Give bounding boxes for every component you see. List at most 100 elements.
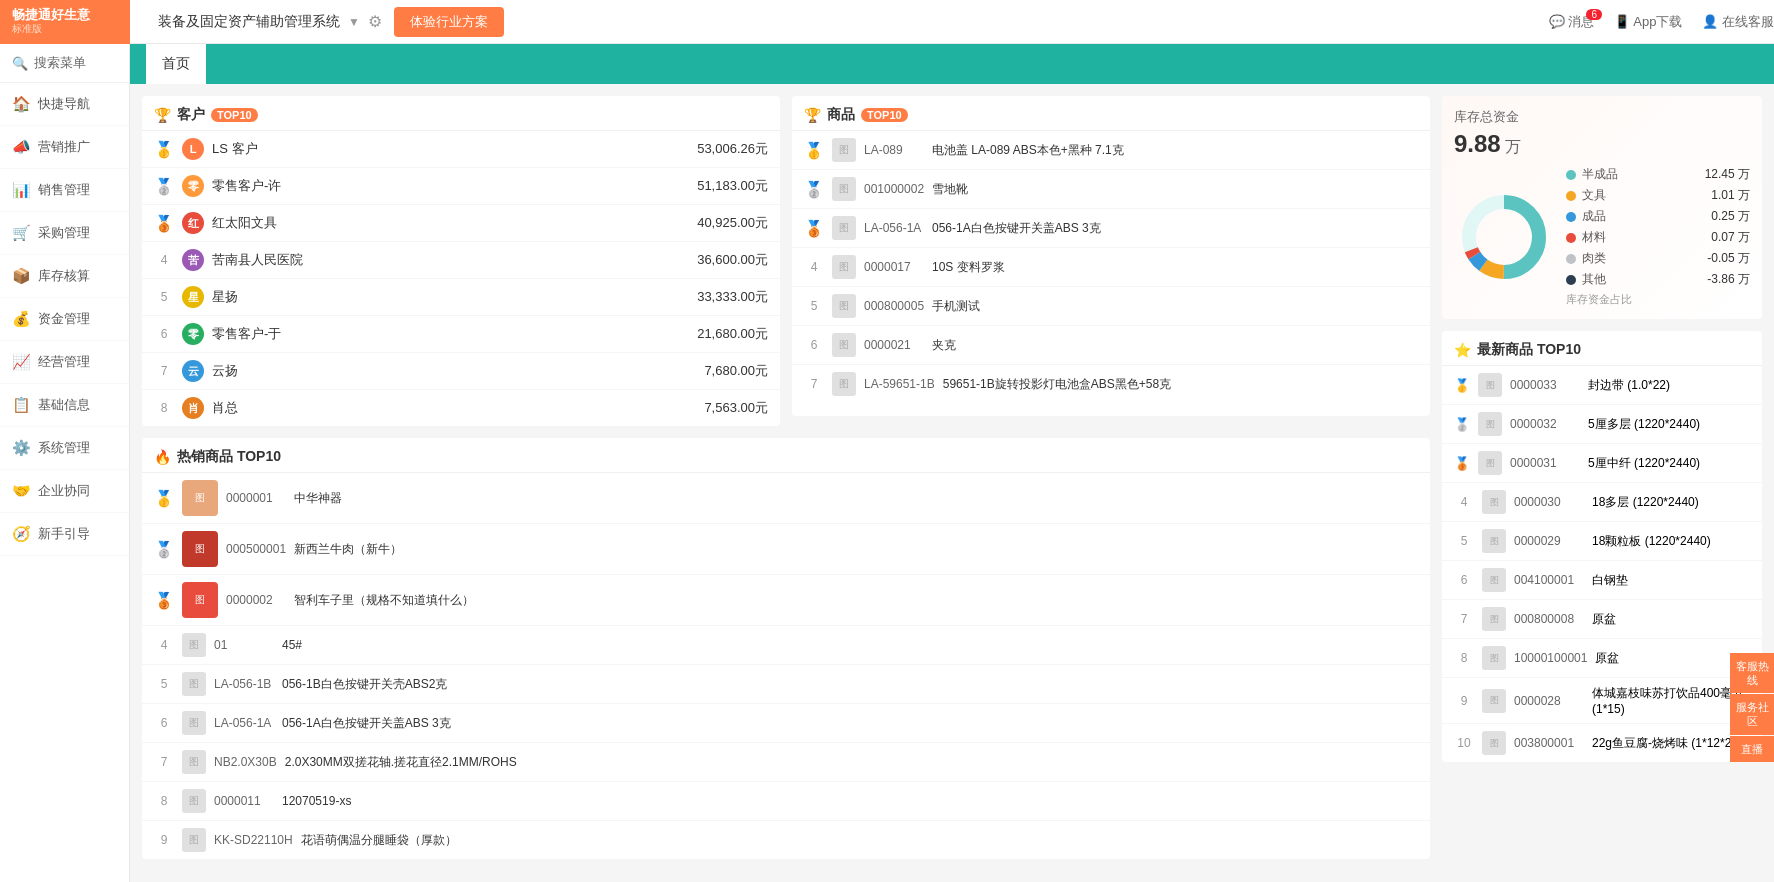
newest-name-2: 5厘多层 (1220*2440) [1588, 416, 1750, 433]
sidebar-label-home: 快捷导航 [38, 95, 90, 113]
legend-dot-1 [1566, 170, 1576, 180]
legend-label-5: 肉类 [1582, 250, 1701, 267]
sale-trophy-bronze: 🥉 [804, 219, 824, 238]
top-sale-badge: TOP10 [861, 108, 908, 122]
sale-rank-6: 6 [804, 338, 824, 352]
search-icon: 🔍 [12, 56, 28, 71]
legend-item-5: 肉类 -0.05 万 [1566, 250, 1750, 267]
marketing-icon: 📣 [12, 138, 30, 156]
newest-name-9: 体城嘉枝味苏打饮品400毫升 (1*15) [1592, 685, 1750, 716]
cooperation-icon: 🤝 [12, 482, 30, 500]
newest-icon-8: 图 [1482, 646, 1506, 670]
online-service-btn[interactable]: 👤 在线客服 [1702, 13, 1774, 31]
legend-item-4: 材料 0.07 万 [1566, 229, 1750, 246]
rank-num-7: 7 [154, 364, 174, 378]
float-btn-service[interactable]: 客服热线 [1730, 653, 1774, 694]
messages-btn[interactable]: 💬 消息 6 [1549, 13, 1595, 31]
inventory-title: 库存总资金 [1454, 108, 1750, 126]
sidebar-item-marketing[interactable]: 📣 营销推广 [0, 126, 129, 169]
float-btn-community[interactable]: 服务社区 [1730, 694, 1774, 735]
legend-label-2: 文具 [1582, 187, 1705, 204]
trophy-icon: 🏆 [154, 107, 171, 123]
legend-label-6: 其他 [1582, 271, 1701, 288]
sidebar-item-base-info[interactable]: 📋 基础信息 [0, 384, 129, 427]
top-customers-badge: TOP10 [211, 108, 258, 122]
top-customers-label: 客户 [177, 106, 205, 124]
system-icon: ⚙️ [12, 439, 30, 457]
newest-row-7: 7 图 000800008 原盆 [1442, 600, 1762, 639]
newest-name-4: 18多层 (1220*2440) [1592, 494, 1750, 511]
sidebar-item-system[interactable]: ⚙️ 系统管理 [0, 427, 129, 470]
newest-rank-6: 6 [1454, 573, 1474, 587]
newest-row-2: 🥈 图 0000032 5厘多层 (1220*2440) [1442, 405, 1762, 444]
sidebar-item-sales[interactable]: 📊 销售管理 [0, 169, 129, 212]
sidebar-item-inventory[interactable]: 📦 库存核算 [0, 255, 129, 298]
legend-value-6: -3.86 万 [1707, 271, 1750, 288]
top-sale-label: 商品 [827, 106, 855, 124]
sale-rank-4: 4 [804, 260, 824, 274]
sidebar-item-guide[interactable]: 🧭 新手引导 [0, 513, 129, 556]
newest-row-9: 9 图 0000028 体城嘉枝味苏打饮品400毫升 (1*15) [1442, 678, 1762, 724]
hot-product-code-9: KK-SD22110H [214, 833, 293, 847]
legend-item-2: 文具 1.01 万 [1566, 187, 1750, 204]
newest-label: 最新商品 TOP10 [1477, 341, 1581, 359]
sale-product-icon-7: 图 [832, 372, 856, 396]
sidebar-label-system: 系统管理 [38, 439, 90, 457]
sale-product-name-4: 10S 变料罗浆 [932, 259, 1418, 276]
newest-code-1: 0000033 [1510, 378, 1580, 392]
legend-label-4: 材料 [1582, 229, 1705, 246]
newest-icon-3: 图 [1478, 451, 1502, 475]
newest-name-5: 18颗粒板 (1220*2440) [1592, 533, 1750, 550]
top-sale-products-title: 🏆 商品 TOP10 [792, 96, 1430, 131]
hot-product-row-5: 5 图 LA-056-1B 056-1B白色按键开关壳ABS2克 [142, 665, 1430, 704]
customer-amount-2: 51,183.00元 [697, 177, 768, 195]
sale-product-name-3: 056-1A白色按键开关盖ABS 3克 [932, 220, 1418, 237]
customer-amount-8: 7,563.00元 [704, 399, 768, 417]
hot-products-title: 🔥 热销商品 TOP10 [142, 438, 1430, 473]
customer-amount-7: 7,680.00元 [704, 362, 768, 380]
dropdown-icon[interactable]: ▼ [348, 15, 360, 29]
inventory-icon: 📦 [12, 267, 30, 285]
newest-code-9: 0000028 [1514, 694, 1584, 708]
newest-row-5: 5 图 0000029 18颗粒板 (1220*2440) [1442, 522, 1762, 561]
customer-name-5: 星扬 [212, 288, 689, 306]
sale-product-name-7: 59651-1B旋转投影灯电池盒ABS黑色+58克 [943, 376, 1418, 393]
floating-service: 客服热线 服务社区 直播 [1730, 653, 1774, 762]
sidebar-item-cooperation[interactable]: 🤝 企业协同 [0, 470, 129, 513]
float-btn-live[interactable]: 直播 [1730, 736, 1774, 762]
nav-home[interactable]: 首页 [146, 44, 206, 84]
hot-product-thumb-3: 图 [182, 582, 218, 618]
newest-icon-6: 图 [1482, 568, 1506, 592]
trial-button[interactable]: 体验行业方案 [394, 7, 504, 37]
search-menu[interactable]: 🔍 搜索菜单 [0, 44, 129, 83]
legend-dot-4 [1566, 233, 1576, 243]
content-nav: 首页 [130, 44, 1774, 84]
settings-icon[interactable]: ⚙ [368, 12, 382, 31]
logo: 畅捷通好生意 标准版 [0, 0, 130, 44]
newest-trophy-3: 🥉 [1454, 456, 1470, 471]
rank-num-6: 6 [154, 327, 174, 341]
sale-product-code-1: LA-089 [864, 143, 924, 157]
customer-row-5: 5 星 星扬 33,333.00元 [142, 279, 780, 316]
hot-product-icon-6: 图 [182, 711, 206, 735]
customer-badge-5: 星 [182, 286, 204, 308]
hot-product-row-1: 🥇 图 0000001 中华神器 [142, 473, 1430, 524]
purchase-icon: 🛒 [12, 224, 30, 242]
hot-product-code-5: LA-056-1B [214, 677, 274, 691]
sale-product-code-5: 000800005 [864, 299, 924, 313]
sidebar-label-guide: 新手引导 [38, 525, 90, 543]
sidebar-item-home[interactable]: 🏠 快捷导航 [0, 83, 129, 126]
app-download-btn[interactable]: 📱 App下载 [1614, 13, 1682, 31]
customer-badge-8: 肖 [182, 397, 204, 419]
legend-dot-2 [1566, 191, 1576, 201]
customer-name-4: 苦南县人民医院 [212, 251, 689, 269]
sidebar-item-purchase[interactable]: 🛒 采购管理 [0, 212, 129, 255]
sidebar-item-finance[interactable]: 💰 资金管理 [0, 298, 129, 341]
rank-num-4: 4 [154, 253, 174, 267]
customer-row-3: 🥉 红 红太阳文具 40,925.00元 [142, 205, 780, 242]
home-icon: 🏠 [12, 95, 30, 113]
newest-name-3: 5厘中纤 (1220*2440) [1588, 455, 1750, 472]
customer-name-7: 云扬 [212, 362, 696, 380]
sidebar-item-operations[interactable]: 📈 经营管理 [0, 341, 129, 384]
base-info-icon: 📋 [12, 396, 30, 414]
